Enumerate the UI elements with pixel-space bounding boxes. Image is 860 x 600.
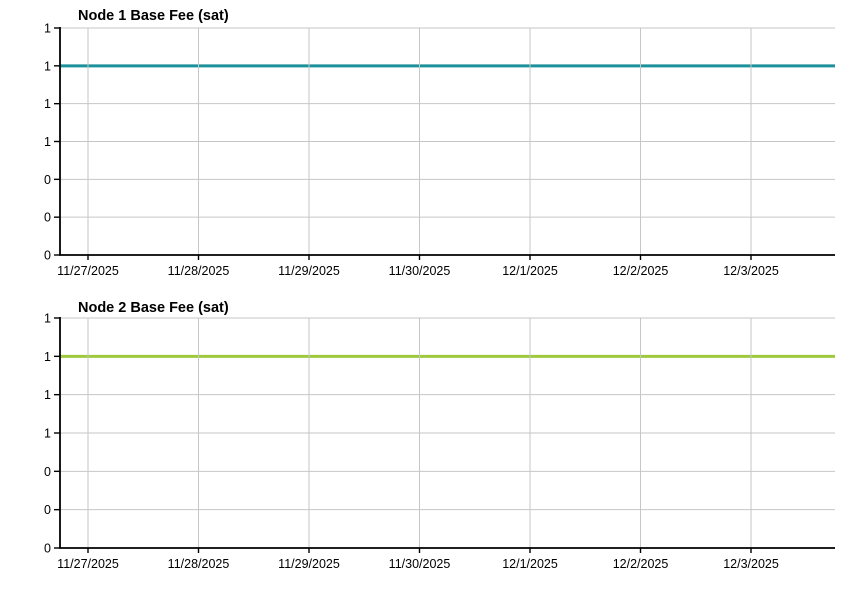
y-tick-label: 1	[44, 59, 51, 73]
y-tick-label: 1	[44, 427, 51, 441]
y-tick-label: 1	[44, 312, 51, 326]
plot-area: 11/27/2025 11/28/2025 11/29/2025 11/30/2025…	[44, 22, 835, 279]
y-tick-label: 1	[44, 135, 51, 149]
x-tick-label: 12/2/2025	[613, 264, 669, 278]
y-tick-label: 0	[44, 503, 51, 517]
y-tick-label: 1	[44, 97, 51, 111]
x-tick-label: 11/28/2025	[168, 557, 230, 571]
plot-area: 11/27/2025 11/28/2025 11/29/2025 11/30/2025…	[44, 312, 835, 572]
y-tick-label: 0	[44, 211, 51, 225]
charts-page: Node 1 Base Fee (sat) 11/27/2025 11/28/20…	[0, 0, 860, 600]
x-tick-label: 12/1/2025	[502, 557, 558, 571]
chart-title: Node 1 Base Fee (sat)	[78, 8, 229, 24]
y-tick-label: 1	[44, 22, 51, 36]
node-1-base-fee-chart: Node 1 Base Fee (sat) 11/27/2025 11/28/20…	[0, 0, 860, 285]
x-tick-label: 12/3/2025	[723, 557, 779, 571]
x-tick-label: 11/28/2025	[168, 264, 230, 278]
y-tick-label: 0	[44, 465, 51, 479]
y-tick-label: 0	[44, 249, 51, 263]
y-tick-label: 0	[44, 542, 51, 556]
x-tick-label: 12/3/2025	[723, 264, 779, 278]
x-tick-label: 11/27/2025	[57, 557, 119, 571]
y-tick-label: 0	[44, 173, 51, 187]
x-tick-label: 11/30/2025	[389, 264, 451, 278]
x-tick-label: 11/27/2025	[57, 264, 119, 278]
x-tick-label: 11/29/2025	[278, 557, 340, 571]
x-tick-label: 11/29/2025	[278, 264, 340, 278]
y-tick-label: 1	[44, 388, 51, 402]
x-tick-label: 12/1/2025	[502, 264, 558, 278]
chart-title: Node 2 Base Fee (sat)	[78, 300, 229, 316]
node-2-base-fee-chart: Node 2 Base Fee (sat) 11/27/2025 11/28/20…	[0, 290, 860, 600]
y-tick-label: 1	[44, 350, 51, 364]
x-tick-label: 11/30/2025	[389, 557, 451, 571]
x-tick-label: 12/2/2025	[613, 557, 669, 571]
